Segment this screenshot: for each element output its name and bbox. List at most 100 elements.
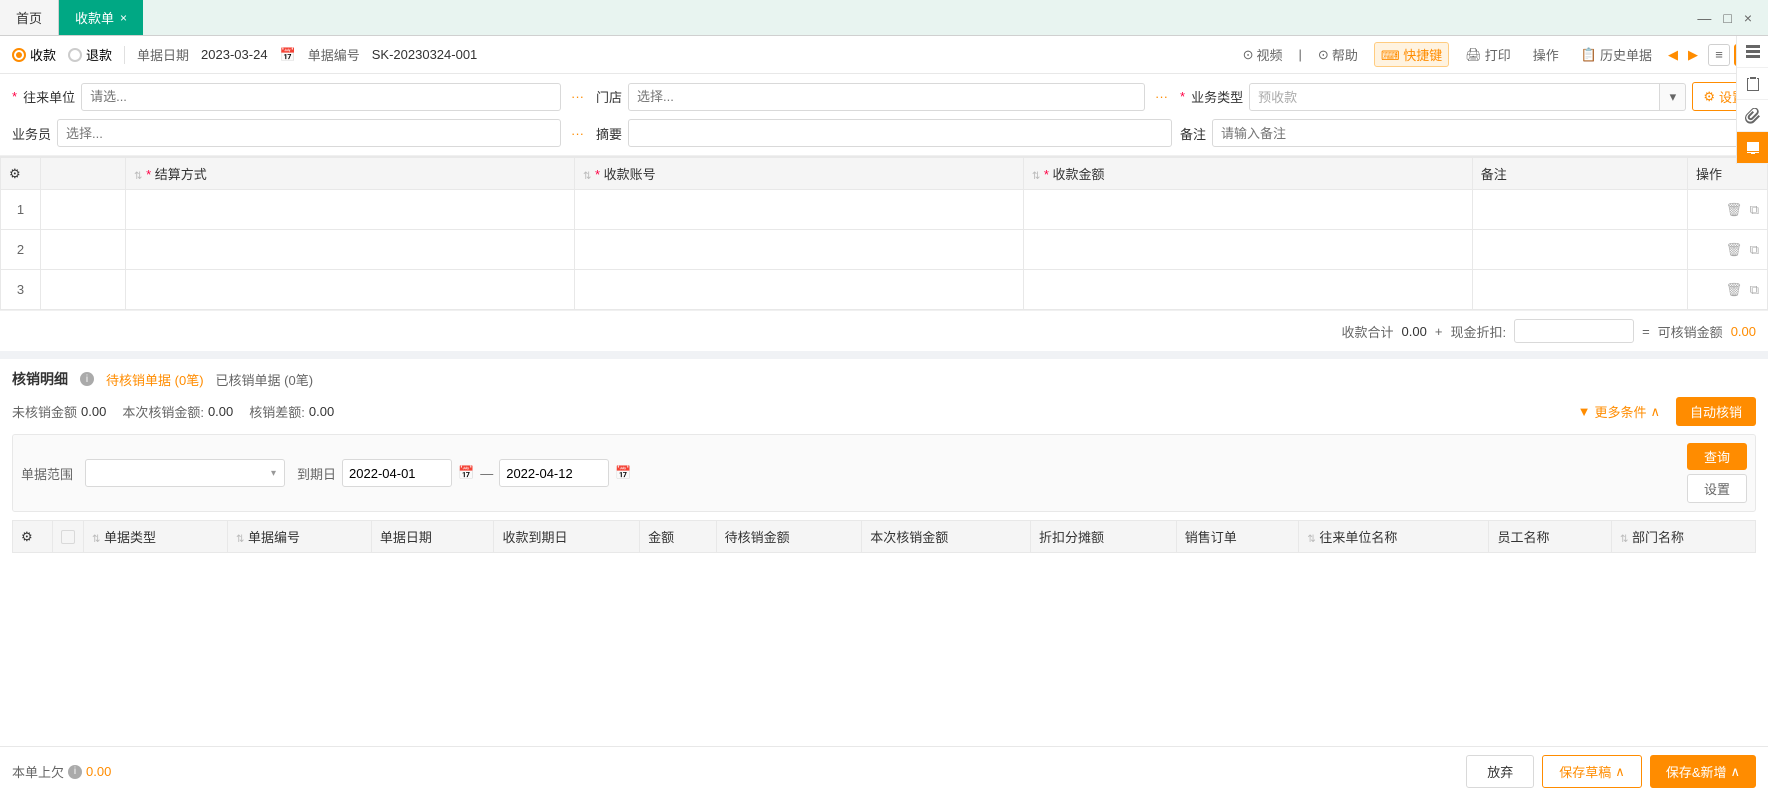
row-2-settlement[interactable] bbox=[126, 230, 575, 270]
counterparty-input[interactable] bbox=[81, 83, 561, 111]
salesperson-more-btn[interactable]: ··· bbox=[567, 124, 588, 143]
auto-verification-btn[interactable]: 自动核销 bbox=[1676, 397, 1756, 426]
diff-label: 核销差额: bbox=[249, 402, 305, 421]
bth-checkbox[interactable] bbox=[53, 521, 84, 553]
row-1-remark[interactable] bbox=[1472, 190, 1687, 230]
cal-end-icon[interactable]: 📅 bbox=[615, 465, 631, 481]
filter-setting-button[interactable]: 设置 bbox=[1687, 474, 1747, 503]
row-3-remark[interactable] bbox=[1472, 270, 1687, 310]
sidebar-clipboard-icon[interactable] bbox=[1737, 68, 1768, 100]
list-view-icon[interactable]: ≡ bbox=[1708, 44, 1730, 66]
date-value: 2023-03-24 bbox=[201, 47, 268, 62]
discount-input[interactable] bbox=[1514, 319, 1634, 343]
row-2-copy-icon[interactable]: ⧉ bbox=[1750, 242, 1759, 257]
row-1-settlement[interactable] bbox=[126, 190, 575, 230]
radio-receipt[interactable]: 收款 bbox=[12, 45, 56, 64]
setting-icon: ⚙ bbox=[1703, 89, 1715, 105]
th-amount: ⇅ * 收款金额 bbox=[1023, 158, 1472, 190]
salesperson-field: 业务员 ··· bbox=[12, 119, 588, 147]
summary-row: 收款合计 0.00 + 现金折扣: = 可核销金额 0.00 bbox=[0, 310, 1768, 351]
row-3-copy-icon[interactable]: ⧉ bbox=[1750, 282, 1759, 297]
row-3-delete-icon[interactable]: 🗑 bbox=[1726, 282, 1743, 297]
select-all-checkbox[interactable] bbox=[61, 530, 75, 544]
row-2-account[interactable] bbox=[574, 230, 1023, 270]
tab-close-icon[interactable]: × bbox=[120, 11, 127, 25]
print-btn[interactable]: 🖨 打印 bbox=[1459, 43, 1517, 66]
next-btn[interactable]: ▶ bbox=[1688, 47, 1698, 63]
bth-setting[interactable]: ⚙ bbox=[13, 521, 53, 553]
equals-sign: = bbox=[1642, 324, 1650, 339]
form-row-2: 业务员 ··· 摘要 备注 bbox=[12, 119, 1756, 147]
row-2-empty bbox=[41, 230, 126, 270]
chevron-icon: ∧ bbox=[1650, 404, 1660, 420]
history-btn[interactable]: 📋 历史单据 bbox=[1575, 43, 1658, 66]
calendar-icon[interactable]: 📅 bbox=[280, 47, 296, 63]
minimize-button[interactable]: — bbox=[1697, 10, 1711, 26]
diff-value: 0.00 bbox=[309, 404, 334, 419]
save-new-button[interactable]: 保存&新增 ∧ bbox=[1650, 755, 1756, 788]
salesperson-input[interactable] bbox=[57, 119, 561, 147]
row-2-amount[interactable] bbox=[1023, 230, 1472, 270]
bth-number: ⇅ 单据编号 bbox=[227, 521, 371, 553]
pending-tab[interactable]: 待核销单据 (0笔) bbox=[106, 370, 204, 389]
maximize-button[interactable]: □ bbox=[1723, 10, 1731, 26]
store-more-btn[interactable]: ··· bbox=[1151, 87, 1172, 106]
row-1-account[interactable] bbox=[574, 190, 1023, 230]
date-start-input[interactable] bbox=[342, 459, 452, 487]
row-1-copy-icon[interactable]: ⧉ bbox=[1750, 202, 1759, 217]
sidebar-screen-icon[interactable] bbox=[1737, 132, 1768, 164]
row-1-amount[interactable] bbox=[1023, 190, 1472, 230]
remark-input[interactable] bbox=[1212, 119, 1756, 147]
tab-receipt[interactable]: 收款单 × bbox=[59, 0, 143, 35]
operations-btn[interactable]: 操作 bbox=[1527, 43, 1565, 66]
footer-stat-value: 0.00 bbox=[86, 764, 111, 779]
save-draft-button[interactable]: 保存草稿 ∧ bbox=[1542, 755, 1642, 788]
business-type-value[interactable]: 预收款 bbox=[1249, 83, 1660, 111]
close-button[interactable]: × bbox=[1744, 10, 1752, 26]
th-setting[interactable]: ⚙ bbox=[1, 158, 41, 190]
row-3-account[interactable] bbox=[574, 270, 1023, 310]
total-value: 0.00 bbox=[1402, 324, 1427, 339]
row-num-1: 1 bbox=[1, 190, 41, 230]
save-draft-chevron: ∧ bbox=[1615, 764, 1625, 780]
verification-info-icon[interactable]: i bbox=[80, 372, 94, 386]
row-3-settlement[interactable] bbox=[126, 270, 575, 310]
unchecked-stat: 未核销金额 0.00 bbox=[12, 402, 106, 421]
discount-label: 现金折扣: bbox=[1450, 322, 1506, 341]
keyboard-icon: ⌨ bbox=[1381, 48, 1400, 63]
current-value: 0.00 bbox=[208, 404, 233, 419]
tab-home[interactable]: 首页 bbox=[0, 0, 59, 35]
sidebar-attachment-icon[interactable] bbox=[1737, 100, 1768, 132]
business-type-field: * 业务类型 预收款 ▾ ⚙ 设置 bbox=[1180, 82, 1756, 111]
row-2-remark[interactable] bbox=[1472, 230, 1687, 270]
right-sidebar bbox=[1736, 36, 1768, 164]
counterparty-more-btn[interactable]: ··· bbox=[567, 87, 588, 106]
radio-refund[interactable]: 退款 bbox=[68, 45, 112, 64]
cal-start-icon[interactable]: 📅 bbox=[458, 465, 474, 481]
save-draft-label: 保存草稿 bbox=[1559, 762, 1611, 781]
bth-date: 单据日期 bbox=[371, 521, 494, 553]
help-btn[interactable]: ⊙ 帮助 bbox=[1312, 43, 1364, 66]
business-type-arrow[interactable]: ▾ bbox=[1660, 83, 1686, 111]
more-filter-btn[interactable]: ▼ 更多条件 ∧ bbox=[1578, 402, 1660, 421]
date-separator: — bbox=[480, 466, 493, 481]
total-label: 收款合计 bbox=[1342, 322, 1394, 341]
unchecked-value: 0.00 bbox=[81, 404, 106, 419]
range-select[interactable]: ▾ bbox=[85, 459, 285, 487]
row-3-amount[interactable] bbox=[1023, 270, 1472, 310]
bth-sales-order: 销售订单 bbox=[1176, 521, 1299, 553]
bth-counterparty: ⇅ 往来单位名称 bbox=[1299, 521, 1489, 553]
store-input[interactable] bbox=[628, 83, 1145, 111]
keyboard-btn[interactable]: ⌨ 快捷键 bbox=[1374, 42, 1449, 67]
row-1-delete-icon[interactable]: 🗑 bbox=[1726, 202, 1743, 217]
query-button[interactable]: 查询 bbox=[1687, 443, 1747, 470]
footer-info-icon[interactable]: i bbox=[68, 765, 82, 779]
prev-btn[interactable]: ◀ bbox=[1668, 47, 1678, 63]
row-2-delete-icon[interactable]: 🗑 bbox=[1726, 242, 1743, 257]
summary-input[interactable] bbox=[628, 119, 1172, 147]
discard-button[interactable]: 放弃 bbox=[1466, 755, 1534, 788]
video-btn[interactable]: ⊙ 视频 bbox=[1237, 43, 1289, 66]
date-end-input[interactable] bbox=[499, 459, 609, 487]
sidebar-table-icon[interactable] bbox=[1737, 36, 1768, 68]
verified-tab[interactable]: 已核销单据 (0笔) bbox=[216, 370, 314, 389]
